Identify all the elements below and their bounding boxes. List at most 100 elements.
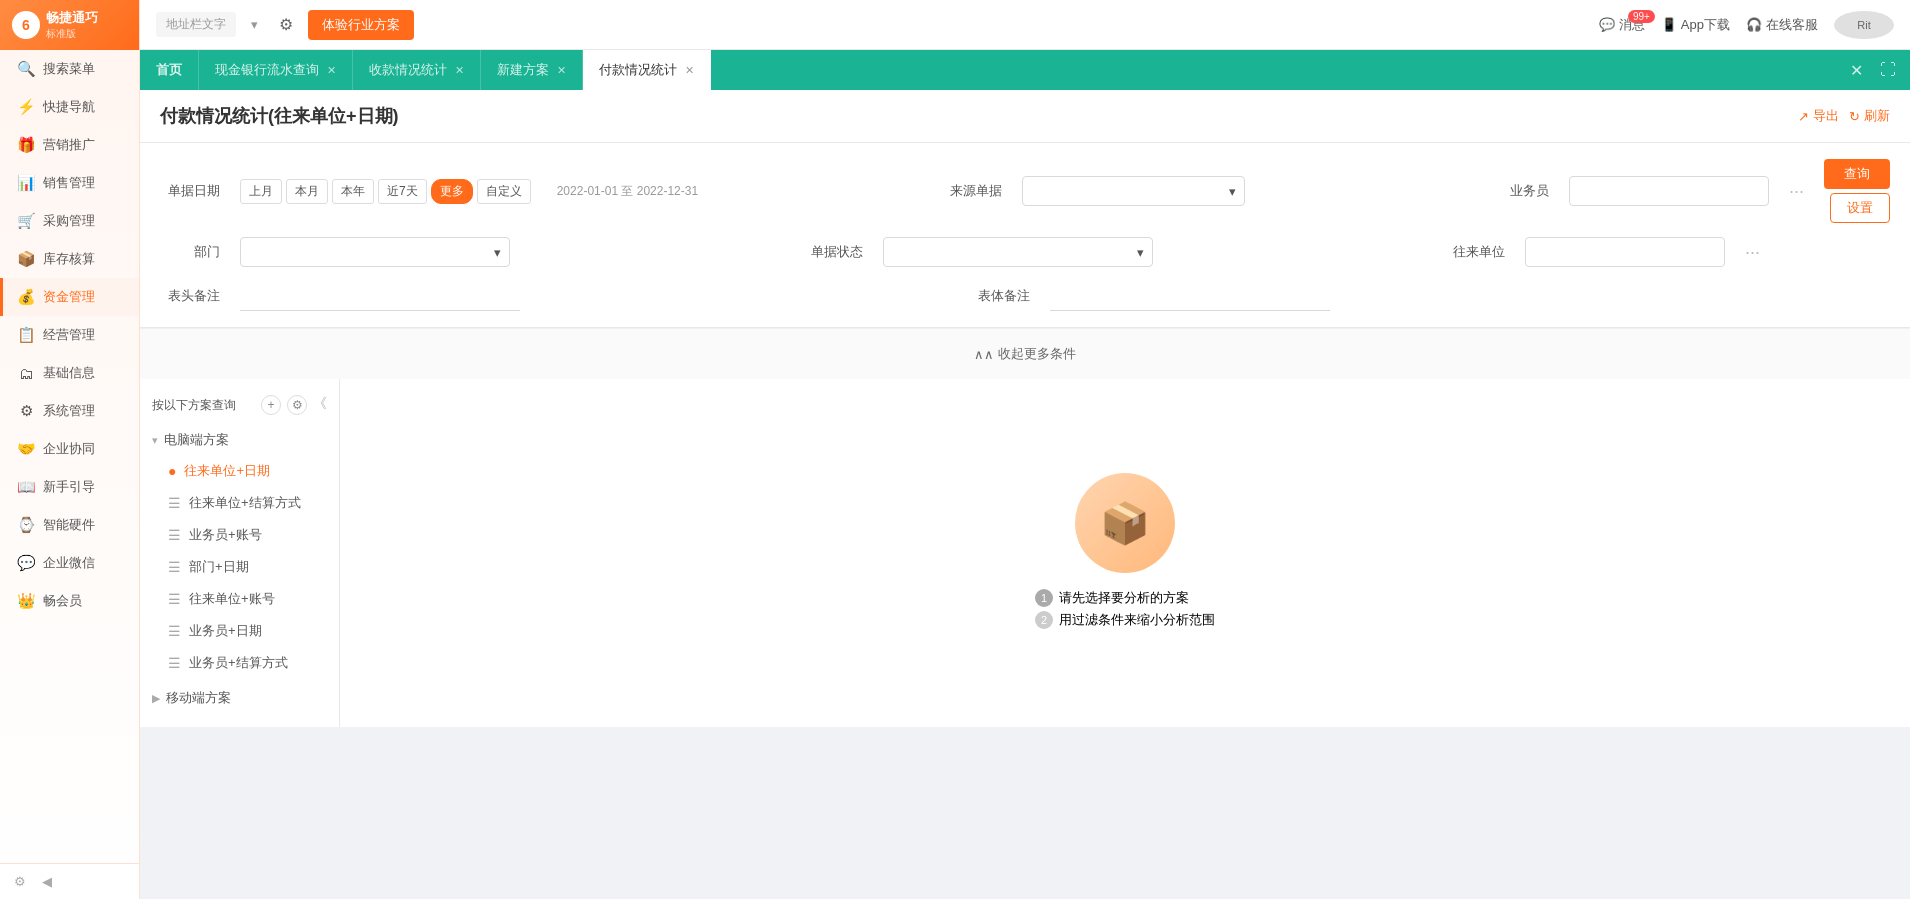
mobile-group-label: 移动端方案 (166, 689, 231, 707)
sidebar-item-label: 新手引导 (43, 478, 95, 496)
tab-new-plan[interactable]: 新建方案✕ (481, 50, 583, 90)
unit-date-label: 往来单位+日期 (184, 462, 270, 480)
user-avatar[interactable]: Rit (1834, 11, 1894, 39)
note-head-input[interactable] (240, 281, 520, 311)
plan-item-staff-account[interactable]: ☰业务员+账号 (140, 519, 339, 551)
collapse-left-panel-btn[interactable]: 《 (313, 395, 327, 415)
partner-select[interactable] (1525, 237, 1725, 267)
guide-icon: 📖 (17, 478, 35, 496)
sidebar-item-search[interactable]: 🔍搜索菜单 (0, 50, 139, 88)
settings-gear-icon[interactable]: ⚙ (272, 11, 300, 39)
add-plan-btn[interactable]: + (261, 395, 281, 415)
staff-more-icon[interactable]: ··· (1789, 181, 1804, 202)
sidebar-item-label: 系统管理 (43, 402, 95, 420)
message-btn[interactable]: 💬 消息 99+ (1599, 16, 1645, 34)
address-dropdown-icon[interactable]: ▾ (244, 15, 264, 35)
online-service-btn[interactable]: 🎧 在线客服 (1746, 16, 1818, 34)
date-btn-1[interactable]: 本月 (286, 179, 328, 204)
collapse-btn[interactable]: ∧∧ 收起更多条件 (974, 345, 1076, 363)
sidebar-item-member[interactable]: 👑畅会员 (0, 582, 139, 620)
sidebar-nav: 🔍搜索菜单⚡快捷导航🎁营销推广📊销售管理🛒采购管理📦库存核算💰资金管理📋经营管理… (0, 50, 139, 863)
sidebar-item-hardware[interactable]: ⌚ 智能硬件 (0, 506, 139, 544)
close-tab-btn[interactable]: ✕ (1844, 58, 1868, 82)
main-content-area: 按以下方案查询 + ⚙ 《 ▾ 电脑端方案 ●往来单位+日期☰往来单位+结算方式… (140, 379, 1910, 727)
date-btn-2[interactable]: 本年 (332, 179, 374, 204)
date-btn-5[interactable]: 自定义 (477, 179, 531, 204)
sidebar-item-sales[interactable]: 📊销售管理 (0, 164, 139, 202)
date-btn-0[interactable]: 上月 (240, 179, 282, 204)
sidebar-item-marketing[interactable]: 🎁营销推广 (0, 126, 139, 164)
tip-num-1: 1 (1035, 589, 1053, 607)
sidebar-item-system[interactable]: ⚙系统管理 (0, 392, 139, 430)
sidebar-item-weixin[interactable]: 💬企业微信 (0, 544, 139, 582)
sidebar-item-label: 企业微信 (43, 554, 95, 572)
filter-settings-btn[interactable]: 设置 (1830, 193, 1890, 223)
plan-item-unit-date[interactable]: ●往来单位+日期 (140, 455, 339, 487)
plan-item-staff-settle[interactable]: ☰业务员+结算方式 (140, 647, 339, 679)
sidebar-item-finance[interactable]: 💰资金管理 (0, 278, 139, 316)
sidebar-item-operation[interactable]: 📋经营管理 (0, 316, 139, 354)
collapse-sidebar-icon[interactable]: ◀ (42, 874, 52, 889)
phone-icon: 📱 (1661, 17, 1677, 32)
unit-account-label: 往来单位+账号 (189, 590, 275, 608)
empty-illustration: 📦 (1075, 473, 1175, 573)
tab-close-bank[interactable]: ✕ (327, 64, 336, 77)
export-btn[interactable]: ↗ 导出 (1798, 107, 1839, 125)
tabbar-spacer (711, 50, 1834, 90)
sidebar-item-label: 企业协同 (43, 440, 95, 458)
sidebar-item-label: 资金管理 (43, 288, 95, 306)
date-btns: 上月本月本年近7天更多自定义 (240, 179, 531, 204)
sidebar-item-purchase[interactable]: 🛒采购管理 (0, 202, 139, 240)
source-select[interactable]: ▾ (1022, 176, 1244, 206)
dept-select[interactable]: ▾ (240, 237, 510, 267)
date-btn-4[interactable]: 更多 (431, 179, 473, 204)
date-label: 单据日期 (160, 182, 220, 200)
tab-payment[interactable]: 付款情况统计 ✕ (583, 50, 711, 90)
collapse-bar: ∧∧ 收起更多条件 (140, 328, 1910, 379)
tab-home[interactable]: 首页 (140, 50, 199, 90)
date-btn-3[interactable]: 近7天 (378, 179, 427, 204)
page-title: 付款情况统计(往来单位+日期) (160, 104, 399, 128)
hardware-icon: ⌚ (17, 516, 35, 534)
query-btn[interactable]: 查询 (1824, 159, 1890, 189)
filter-row-notes: 表头备注 表体备注 (160, 281, 1890, 311)
empty-tip-2: 2 用过滤条件来缩小分析范围 (1035, 611, 1215, 629)
filter-panel: 单据日期 上月本月本年近7天更多自定义 2022-01-01 至 2022-12… (140, 143, 1910, 328)
partner-more-icon[interactable]: ··· (1745, 242, 1760, 263)
sidebar-item-label: 智能硬件 (43, 516, 95, 534)
staff-account-icon: ☰ (168, 527, 181, 543)
plan-item-staff-date[interactable]: ☰业务员+日期 (140, 615, 339, 647)
sidebar-item-quick[interactable]: ⚡快捷导航 (0, 88, 139, 126)
tab-receipt[interactable]: 收款情况统计✕ (353, 50, 481, 90)
plan-settings-btn[interactable]: ⚙ (287, 395, 307, 415)
tab-bank[interactable]: 现金银行流水查询✕ (199, 50, 353, 90)
tab-close-new-plan[interactable]: ✕ (557, 64, 566, 77)
doc-status-select[interactable]: ▾ (883, 237, 1153, 267)
sidebar-item-label: 经营管理 (43, 326, 95, 344)
sidebar-item-enterprise[interactable]: 🤝企业协同 (0, 430, 139, 468)
chevron-down-status-icon: ▾ (1137, 245, 1144, 260)
note-body-label: 表体备注 (970, 287, 1030, 305)
sidebar-item-basic[interactable]: 🗂基础信息 (0, 354, 139, 392)
plan-item-unit-account[interactable]: ☰往来单位+账号 (140, 583, 339, 615)
tab-close-receipt[interactable]: ✕ (455, 64, 464, 77)
app-download-btn[interactable]: 📱 App下载 (1661, 16, 1730, 34)
note-body-input[interactable] (1050, 281, 1330, 311)
refresh-btn[interactable]: ↻ 刷新 (1849, 107, 1890, 125)
pc-plan-group-title[interactable]: ▾ 电脑端方案 (140, 425, 339, 455)
sidebar-item-guide[interactable]: 📖 新手引导 (0, 468, 139, 506)
maximize-btn[interactable]: ⛶ (1876, 58, 1900, 82)
sidebar-item-inventory[interactable]: 📦库存核算 (0, 240, 139, 278)
plan-item-dept-date[interactable]: ☰部门+日期 (140, 551, 339, 583)
sidebar-item-label: 搜索菜单 (43, 60, 95, 78)
settings-icon[interactable]: ⚙ (14, 874, 26, 889)
sidebar-header: 6 畅捷通巧 标准版 (0, 0, 139, 50)
mobile-plan-group-title[interactable]: ▶ 移动端方案 (140, 683, 339, 713)
plan-item-unit-settle[interactable]: ☰往来单位+结算方式 (140, 487, 339, 519)
address-bar[interactable]: 地址栏文字 (156, 12, 236, 37)
staff-select[interactable] (1569, 176, 1769, 206)
topbar-left: 地址栏文字 ▾ ⚙ 体验行业方案 (156, 10, 1589, 40)
tab-close-payment[interactable]: ✕ (685, 64, 694, 77)
trial-btn[interactable]: 体验行业方案 (308, 10, 414, 40)
tab-label-payment: 付款情况统计 (599, 61, 677, 79)
